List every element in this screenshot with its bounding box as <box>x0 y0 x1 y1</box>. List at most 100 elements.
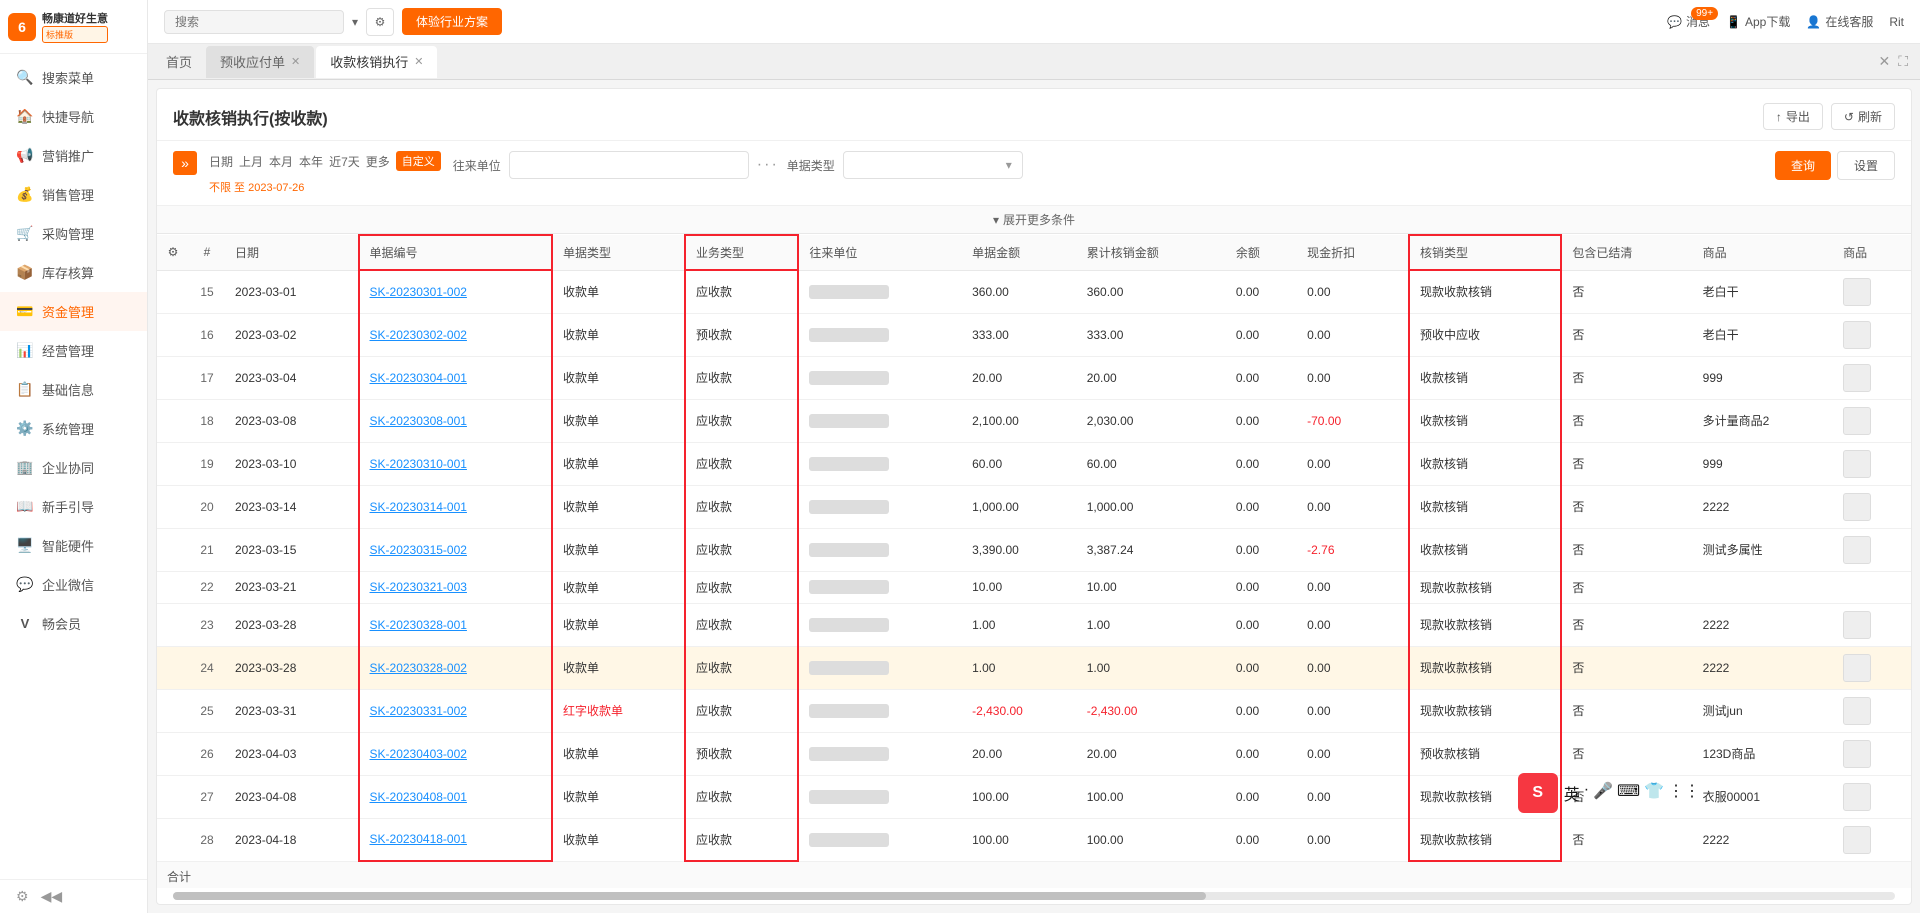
custom-date-btn[interactable]: 自定义 <box>396 151 441 171</box>
table-row[interactable]: 23 2023-03-28 SK-20230328-001 收款单 应收款 1.… <box>157 603 1911 646</box>
table-row[interactable]: 16 2023-03-02 SK-20230302-002 收款单 预收款 33… <box>157 313 1911 356</box>
table-row[interactable]: 21 2023-03-15 SK-20230315-002 收款单 应收款 3,… <box>157 528 1911 571</box>
table-row[interactable]: 28 2023-04-18 SK-20230418-001 收款单 应收款 10… <box>157 818 1911 861</box>
purchase-icon: 🛒 <box>16 225 34 243</box>
table-row[interactable]: 18 2023-03-08 SK-20230308-001 收款单 应收款 2,… <box>157 399 1911 442</box>
sidebar-item-sales[interactable]: 💰 销售管理 <box>0 175 147 214</box>
doc-num-link[interactable]: SK-20230315-002 <box>370 543 467 557</box>
cell-doc-num[interactable]: SK-20230301-002 <box>359 270 553 313</box>
tab-prepay-close-icon[interactable]: ✕ <box>291 55 300 68</box>
query-btn[interactable]: 查询 <box>1775 151 1831 180</box>
date-btn-last-month[interactable]: 上月 <box>239 153 263 170</box>
doc-type-select[interactable]: ▾ <box>843 151 1023 179</box>
tab-prepay[interactable]: 预收应付单 ✕ <box>206 46 314 78</box>
notification-btn[interactable]: 💬 消息 99+ <box>1667 13 1710 30</box>
cell-doc-num[interactable]: SK-20230304-001 <box>359 356 553 399</box>
refresh-btn[interactable]: ↺ 刷新 <box>1831 103 1895 130</box>
sidebar-item-search[interactable]: 🔍 搜索菜单 <box>0 58 147 97</box>
table-row[interactable]: 17 2023-03-04 SK-20230304-001 收款单 应收款 20… <box>157 356 1911 399</box>
topbar-search-input[interactable] <box>164 10 344 34</box>
table-row[interactable]: 19 2023-03-10 SK-20230310-001 收款单 应收款 60… <box>157 442 1911 485</box>
filter-collapse-btn[interactable]: » <box>173 151 197 175</box>
cell-amount: 20.00 <box>962 732 1077 775</box>
doc-num-link[interactable]: SK-20230328-002 <box>370 661 467 675</box>
th-setting[interactable]: ⚙ <box>157 235 189 270</box>
doc-num-link[interactable]: SK-20230301-002 <box>370 285 467 299</box>
doc-num-link[interactable]: SK-20230328-001 <box>370 618 467 632</box>
cell-rownum: 16 <box>189 313 225 356</box>
sidebar-item-quick-nav[interactable]: 🏠 快捷导航 <box>0 97 147 136</box>
app-download-btn[interactable]: 📱 App下载 <box>1726 13 1790 30</box>
industry-solution-btn[interactable]: 体验行业方案 <box>402 8 502 35</box>
filter-ellipsis[interactable]: ··· <box>757 156 779 174</box>
doc-num-link[interactable]: SK-20230302-002 <box>370 328 467 342</box>
cell-doc-num[interactable]: SK-20230310-001 <box>359 442 553 485</box>
cell-writeoff-type: 现款收款核销 <box>1409 646 1561 689</box>
sidebar-item-system[interactable]: ⚙️ 系统管理 <box>0 409 147 448</box>
sidebar-item-wechat[interactable]: 💬 企业微信 <box>0 565 147 604</box>
date-btn-7days[interactable]: 近7天 <box>329 153 360 170</box>
doc-num-link[interactable]: SK-20230308-001 <box>370 414 467 428</box>
sidebar-item-operation[interactable]: 📊 经营管理 <box>0 331 147 370</box>
topbar-gear-btn[interactable]: ⚙ <box>366 8 394 36</box>
table-row[interactable]: 25 2023-03-31 SK-20230331-002 红字收款单 应收款 … <box>157 689 1911 732</box>
doc-num-link[interactable]: SK-20230321-003 <box>370 580 467 594</box>
cell-cum-writeoff: 333.00 <box>1077 313 1226 356</box>
scrollbar-thumb[interactable] <box>173 892 1206 900</box>
tab-close-all-icon[interactable]: ✕ <box>1878 53 1890 70</box>
export-btn[interactable]: ↑ 导出 <box>1763 103 1823 130</box>
topbar-left: ▾ ⚙ 体验行业方案 <box>164 8 1651 36</box>
online-service-btn[interactable]: 👤 在线客服 <box>1806 13 1873 30</box>
th-balance: 余额 <box>1226 235 1297 270</box>
doc-num-link[interactable]: SK-20230403-002 <box>370 747 467 761</box>
sidebar-item-finance[interactable]: 💳 资金管理 <box>0 292 147 331</box>
horizontal-scrollbar[interactable] <box>173 892 1895 900</box>
cell-doc-num[interactable]: SK-20230328-001 <box>359 603 553 646</box>
date-btn-this-year[interactable]: 本年 <box>299 153 323 170</box>
cell-doc-num[interactable]: SK-20230315-002 <box>359 528 553 571</box>
topbar-dropdown[interactable]: ▾ <box>352 15 358 29</box>
doc-type-chevron-icon: ▾ <box>1006 158 1012 172</box>
tab-expand-icon[interactable]: ⛶ <box>1898 53 1908 70</box>
cell-doc-num[interactable]: SK-20230302-002 <box>359 313 553 356</box>
table-row[interactable]: 26 2023-04-03 SK-20230403-002 收款单 预收款 20… <box>157 732 1911 775</box>
sidebar-item-marketing[interactable]: 📢 营销推广 <box>0 136 147 175</box>
doc-num-link[interactable]: SK-20230310-001 <box>370 457 467 471</box>
cell-doc-num[interactable]: SK-20230321-003 <box>359 571 553 603</box>
doc-num-link[interactable]: SK-20230331-002 <box>370 704 467 718</box>
tab-writeoff[interactable]: 收款核销执行 ✕ <box>316 46 437 78</box>
doc-num-link[interactable]: SK-20230418-001 <box>370 832 467 846</box>
sidebar-item-inventory[interactable]: 📦 库存核算 <box>0 253 147 292</box>
date-btn-this-month[interactable]: 本月 <box>269 153 293 170</box>
table-row[interactable]: 22 2023-03-21 SK-20230321-003 收款单 应收款 10… <box>157 571 1911 603</box>
table-row[interactable]: 20 2023-03-14 SK-20230314-001 收款单 应收款 1,… <box>157 485 1911 528</box>
cell-doc-num[interactable]: SK-20230403-002 <box>359 732 553 775</box>
sidebar-item-basic[interactable]: 📋 基础信息 <box>0 370 147 409</box>
cell-doc-num[interactable]: SK-20230408-001 <box>359 775 553 818</box>
sidebar-item-guide[interactable]: 📖 新手引导 <box>0 487 147 526</box>
table-row[interactable]: 15 2023-03-01 SK-20230301-002 收款单 应收款 36… <box>157 270 1911 313</box>
cell-doc-num[interactable]: SK-20230418-001 <box>359 818 553 861</box>
table-row[interactable]: 24 2023-03-28 SK-20230328-002 收款单 应收款 1.… <box>157 646 1911 689</box>
tab-home[interactable]: 首页 <box>152 52 206 71</box>
sidebar-item-purchase[interactable]: 🛒 采购管理 <box>0 214 147 253</box>
expand-conditions-btn[interactable]: ▾ 展开更多条件 <box>157 206 1911 234</box>
settings-btn[interactable]: 设置 <box>1837 151 1895 180</box>
cell-doc-num[interactable]: SK-20230308-001 <box>359 399 553 442</box>
sidebar-item-member[interactable]: V 畅会员 <box>0 604 147 643</box>
counterparty-input[interactable] <box>509 151 749 179</box>
doc-num-link[interactable]: SK-20230408-001 <box>370 790 467 804</box>
tab-writeoff-close-icon[interactable]: ✕ <box>414 55 423 68</box>
doc-num-link[interactable]: SK-20230304-001 <box>370 371 467 385</box>
sidebar-item-enterprise[interactable]: 🏢 企业协同 <box>0 448 147 487</box>
cell-doc-num[interactable]: SK-20230331-002 <box>359 689 553 732</box>
date-btn-more[interactable]: 更多 <box>366 153 390 170</box>
cell-doc-num[interactable]: SK-20230314-001 <box>359 485 553 528</box>
collapse-sidebar-icon[interactable]: ◀◀ <box>41 888 63 905</box>
sidebar-item-hardware[interactable]: 🖥️ 智能硬件 <box>0 526 147 565</box>
cell-doc-type: 收款单 <box>552 313 685 356</box>
doc-num-link[interactable]: SK-20230314-001 <box>370 500 467 514</box>
settings-bottom-icon[interactable]: ⚙ <box>16 888 29 905</box>
cell-doc-num[interactable]: SK-20230328-002 <box>359 646 553 689</box>
user-menu-btn[interactable]: Rit <box>1889 15 1904 29</box>
